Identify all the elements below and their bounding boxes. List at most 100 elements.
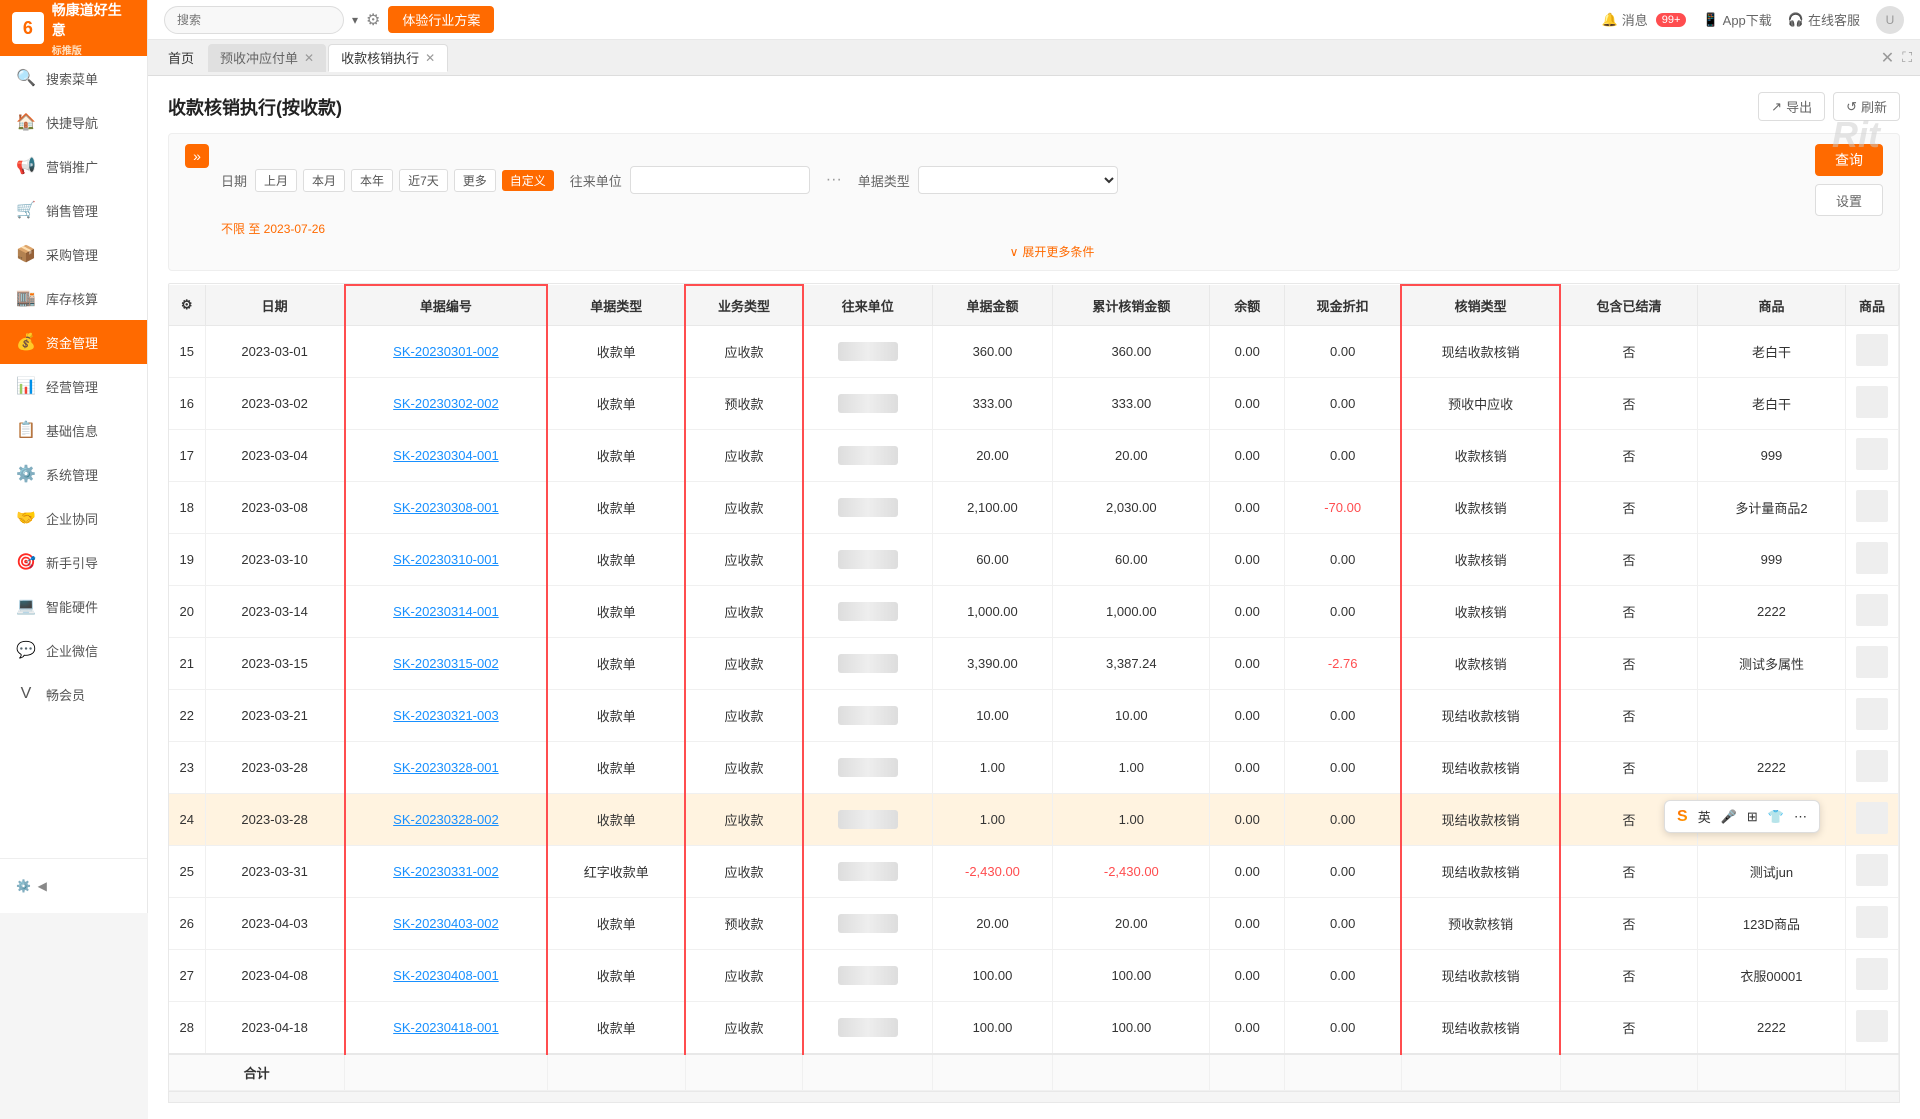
th-goods1[interactable]: 商品 bbox=[1697, 285, 1845, 326]
cell-docno[interactable]: SK-20230315-002 bbox=[345, 638, 547, 690]
filter-toggle-button[interactable]: » bbox=[185, 144, 209, 168]
cell-date: 2023-03-01 bbox=[205, 326, 345, 378]
th-amount[interactable]: 单据金额 bbox=[932, 285, 1053, 326]
cell-docno[interactable]: SK-20230310-001 bbox=[345, 534, 547, 586]
sidebar-item-inventory[interactable]: 🏬 库存核算 bbox=[0, 276, 147, 320]
cell-docno[interactable]: SK-20230314-001 bbox=[345, 586, 547, 638]
tab-writeoff-close[interactable]: ✕ bbox=[425, 51, 435, 65]
th-acc-amount[interactable]: 累计核销金额 bbox=[1053, 285, 1210, 326]
ime-mic-icon[interactable]: 🎤 bbox=[1721, 809, 1737, 825]
table-scrollbar[interactable] bbox=[168, 1091, 1900, 1103]
th-doctype[interactable]: 单据类型 bbox=[547, 285, 685, 326]
tab-writeoff[interactable]: 收款核销执行 ✕ bbox=[328, 44, 448, 72]
cell-docno[interactable]: SK-20230331-002 bbox=[345, 846, 547, 898]
online-service-button[interactable]: 🎧 在线客服 bbox=[1788, 10, 1860, 29]
sidebar-item-search[interactable]: 🔍 搜索菜单 bbox=[0, 56, 147, 100]
user-avatar[interactable]: U bbox=[1876, 6, 1904, 34]
notification-button[interactable]: 🔔 消息 99+ bbox=[1602, 10, 1687, 29]
th-docno[interactable]: 单据编号 bbox=[345, 285, 547, 326]
cell-docno[interactable]: SK-20230308-001 bbox=[345, 482, 547, 534]
close-window-icon[interactable]: ✕ bbox=[1881, 48, 1894, 68]
sidebar-settings[interactable]: ⚙️ ◀ bbox=[0, 869, 147, 903]
th-balance[interactable]: 余额 bbox=[1210, 285, 1285, 326]
tab-prepayment-close[interactable]: ✕ bbox=[304, 51, 314, 65]
more-filter-dots[interactable]: ··· bbox=[826, 171, 842, 189]
filter-date-thismonth[interactable]: 本月 bbox=[303, 169, 345, 192]
partner-input[interactable] bbox=[630, 166, 810, 194]
phone-icon: 📱 bbox=[1702, 12, 1718, 28]
cell-docno[interactable]: SK-20230418-001 bbox=[345, 1002, 547, 1055]
filter-date-custom[interactable]: 自定义 bbox=[502, 170, 554, 191]
sidebar-item-basic[interactable]: 📋 基础信息 bbox=[0, 408, 147, 452]
footer-goods2 bbox=[1846, 1054, 1899, 1091]
cell-docno[interactable]: SK-20230304-001 bbox=[345, 430, 547, 482]
notification-label: 消息 bbox=[1622, 10, 1648, 29]
th-date[interactable]: 日期 bbox=[205, 285, 345, 326]
ime-grid-icon[interactable]: ⊞ bbox=[1747, 809, 1758, 825]
filter-date-thisyear[interactable]: 本年 bbox=[351, 169, 393, 192]
cell-goods2 bbox=[1846, 586, 1899, 638]
app-download-button[interactable]: 📱 App下载 bbox=[1702, 10, 1771, 29]
sidebar-item-guide[interactable]: 🎯 新手引导 bbox=[0, 540, 147, 584]
th-writeofftype[interactable]: 核销类型 bbox=[1401, 285, 1560, 326]
cell-writeofftype: 现结收款核销 bbox=[1401, 794, 1560, 846]
sidebar-item-member[interactable]: V 畅会员 bbox=[0, 672, 147, 716]
ime-shirt-icon[interactable]: 👕 bbox=[1768, 809, 1784, 825]
cell-docno[interactable]: SK-20230403-002 bbox=[345, 898, 547, 950]
query-button[interactable]: 查询 bbox=[1815, 144, 1883, 176]
sidebar-item-hardware[interactable]: 💻 智能硬件 bbox=[0, 584, 147, 628]
sidebar-item-wechat[interactable]: 💬 企业微信 bbox=[0, 628, 147, 672]
th-discount[interactable]: 现金折扣 bbox=[1285, 285, 1402, 326]
table-row: 17 2023-03-04 SK-20230304-001 收款单 应收款 20… bbox=[169, 430, 1899, 482]
cell-docno[interactable]: SK-20230301-002 bbox=[345, 326, 547, 378]
headset-icon: 🎧 bbox=[1788, 12, 1804, 28]
cell-included: 否 bbox=[1560, 430, 1697, 482]
cell-date: 2023-03-31 bbox=[205, 846, 345, 898]
cell-goods2 bbox=[1846, 1002, 1899, 1055]
cell-docno[interactable]: SK-20230321-003 bbox=[345, 690, 547, 742]
th-included[interactable]: 包含已结清 bbox=[1560, 285, 1697, 326]
cell-acc-amount: 20.00 bbox=[1053, 430, 1210, 482]
cell-docno[interactable]: SK-20230328-002 bbox=[345, 794, 547, 846]
tab-home[interactable]: 首页 bbox=[156, 44, 206, 72]
maximize-icon[interactable]: ⛶ bbox=[1902, 49, 1912, 66]
cell-discount: -70.00 bbox=[1285, 482, 1402, 534]
vouchertype-select[interactable] bbox=[918, 166, 1118, 194]
cell-partner bbox=[803, 326, 932, 378]
th-partner[interactable]: 往来单位 bbox=[803, 285, 932, 326]
sidebar-item-collab[interactable]: 🤝 企业协同 bbox=[0, 496, 147, 540]
sidebar-item-operations[interactable]: 📊 经营管理 bbox=[0, 364, 147, 408]
filter-date-lastmonth[interactable]: 上月 bbox=[255, 169, 297, 192]
export-button[interactable]: ↗ 导出 bbox=[1758, 92, 1825, 121]
cell-docno[interactable]: SK-20230328-001 bbox=[345, 742, 547, 794]
sidebar-item-purchase[interactable]: 📦 采购管理 bbox=[0, 232, 147, 276]
solution-button[interactable]: 体验行业方案 bbox=[388, 6, 494, 33]
refresh-button[interactable]: ↺ 刷新 bbox=[1833, 92, 1900, 121]
cell-docno[interactable]: SK-20230408-001 bbox=[345, 950, 547, 1002]
app-download-label: App下载 bbox=[1723, 10, 1772, 29]
sidebar-item-quicknav[interactable]: 🏠 快捷导航 bbox=[0, 100, 147, 144]
th-goods2[interactable]: 商品 bbox=[1846, 285, 1899, 326]
sidebar-item-system[interactable]: ⚙️ 系统管理 bbox=[0, 452, 147, 496]
filter-partner-item: 往来单位 bbox=[570, 166, 810, 194]
expand-filter-button[interactable]: ∨ 展开更多条件 bbox=[221, 243, 1883, 260]
notification-badge: 99+ bbox=[1656, 13, 1687, 27]
sidebar-item-marketing[interactable]: 📢 营销推广 bbox=[0, 144, 147, 188]
th-settings[interactable]: ⚙ bbox=[169, 285, 205, 326]
cell-discount: 0.00 bbox=[1285, 742, 1402, 794]
filter-row: 日期 上月 本月 本年 近7天 更多 自定义 往来单位 bbox=[221, 144, 1883, 216]
header-search-input[interactable] bbox=[164, 6, 344, 34]
sidebar-item-sales[interactable]: 🛒 销售管理 bbox=[0, 188, 147, 232]
filter-date-7days[interactable]: 近7天 bbox=[399, 169, 448, 192]
table-header-row: ⚙ 日期 单据编号 单据类型 业务类型 往来单位 单据金额 累计核销金额 余额 … bbox=[169, 285, 1899, 326]
header-dropdown[interactable]: ▾ bbox=[352, 13, 358, 27]
table-settings-button[interactable]: 设置 bbox=[1815, 184, 1883, 216]
ime-more-icon[interactable]: ⋯ bbox=[1794, 809, 1807, 825]
header-gear-icon[interactable]: ⚙ bbox=[366, 10, 380, 30]
th-biztype[interactable]: 业务类型 bbox=[685, 285, 803, 326]
tab-prepayment[interactable]: 预收冲应付单 ✕ bbox=[208, 44, 326, 72]
cell-docno[interactable]: SK-20230302-002 bbox=[345, 378, 547, 430]
filter-date-more[interactable]: 更多 bbox=[454, 169, 496, 192]
sidebar-item-finance[interactable]: 💰 资金管理 bbox=[0, 320, 147, 364]
cell-amount: 1.00 bbox=[932, 794, 1053, 846]
